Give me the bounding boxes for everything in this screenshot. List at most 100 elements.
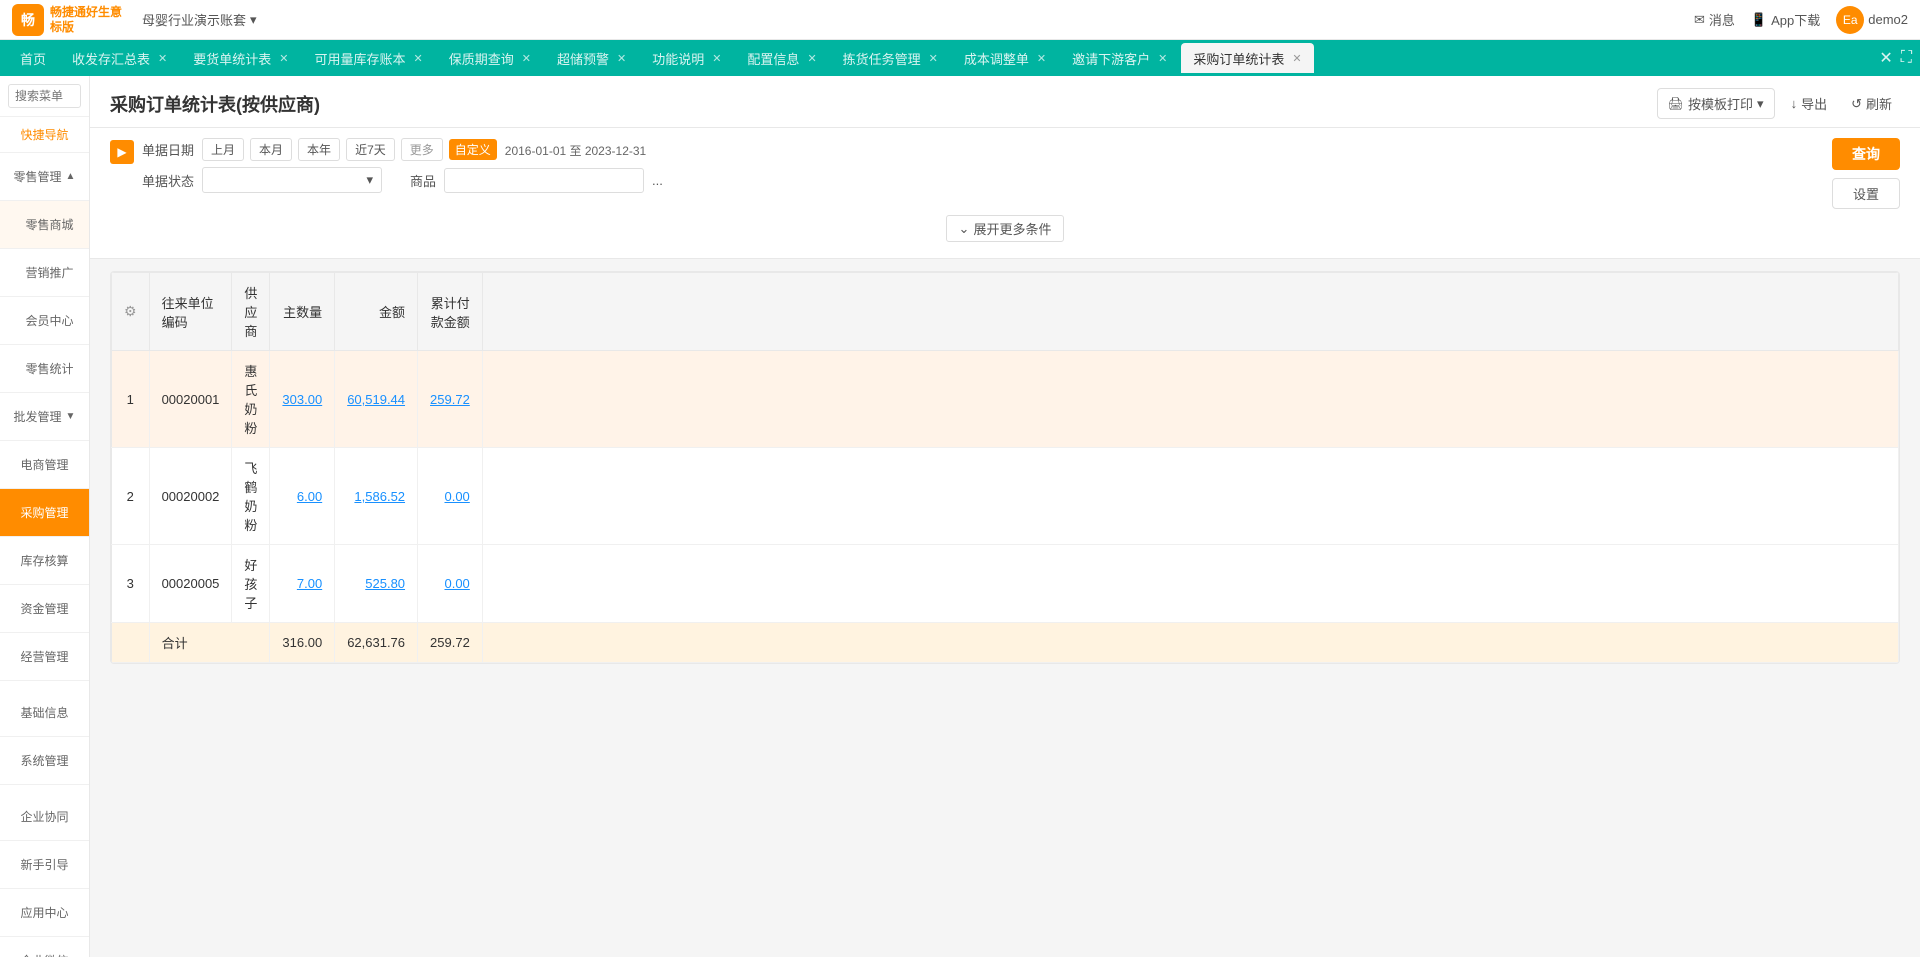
- table-footer: 合计 316.00 62,631.76 259.72: [112, 623, 1899, 663]
- main-layout: 快捷导航 零售管理 ▲ 零售商城 营销推广 会员中心 零售统计 批发管理 ▼: [0, 76, 1920, 957]
- date-shortcuts: 上月 本月 本年 近7天 更多 自定义: [202, 138, 497, 161]
- sidebar-search-input[interactable]: [8, 84, 81, 108]
- row1-paid: 259.72: [418, 351, 483, 448]
- sidebar-item-marketing[interactable]: 营销推广: [0, 249, 89, 297]
- print-button[interactable]: 🖨 按模板打印 ▾: [1657, 88, 1775, 119]
- tab-yaoqing[interactable]: 邀请下游客户 ✕: [1060, 43, 1179, 73]
- printer-icon: 🖨: [1668, 96, 1685, 112]
- row2-index: 2: [112, 448, 150, 545]
- date-7days[interactable]: 近7天: [346, 138, 395, 161]
- row1-paid-link[interactable]: 259.72: [430, 392, 470, 407]
- table-row[interactable]: 3 00020005 好孩子 7.00 525.80 0.00: [112, 545, 1899, 623]
- message-icon: ✉: [1694, 12, 1705, 28]
- row2-code: 00020002: [149, 448, 232, 545]
- close-tab-gongneng[interactable]: ✕: [712, 52, 721, 65]
- refresh-icon: ↺: [1851, 96, 1862, 112]
- close-tab-yaohuo[interactable]: ✕: [279, 52, 288, 65]
- sidebar-item-newbie[interactable]: 新手引导: [0, 841, 89, 889]
- close-tab-keyongliang[interactable]: ✕: [414, 52, 423, 65]
- tab-chaochuyujing[interactable]: 超储预警 ✕: [545, 43, 638, 73]
- user-menu[interactable]: Ea demo2: [1836, 6, 1908, 34]
- top-bar: 畅 畅捷通好生意 标版 母婴行业演示账套 ▾ ✉ 消息 📱 App下载 Ea d…: [0, 0, 1920, 40]
- close-tab-baozhi[interactable]: ✕: [522, 52, 531, 65]
- sidebar-item-retail-stats[interactable]: 零售统计: [0, 345, 89, 393]
- workspace-selector[interactable]: 母婴行业演示账套 ▾: [142, 10, 257, 29]
- refresh-button[interactable]: ↺ 刷新: [1843, 89, 1900, 118]
- column-settings-icon[interactable]: ⚙: [124, 303, 137, 319]
- col-settings-header: ⚙: [112, 273, 150, 351]
- close-tab-caigou[interactable]: ✕: [1292, 52, 1301, 65]
- sidebar-item-retail-mgmt[interactable]: 零售管理 ▲: [0, 153, 89, 201]
- sidebar-item-member[interactable]: 会员中心: [0, 297, 89, 345]
- sidebar-item-basics[interactable]: 基础信息: [0, 689, 89, 737]
- export-button[interactable]: ↓ 导出: [1783, 89, 1836, 118]
- row3-qty-link[interactable]: 7.00: [297, 576, 322, 591]
- close-tab-jianhuo[interactable]: ✕: [929, 52, 938, 65]
- avatar: Ea: [1836, 6, 1864, 34]
- tab-shoufacun[interactable]: 收发存汇总表 ✕: [60, 43, 179, 73]
- row2-qty: 6.00: [270, 448, 335, 545]
- date-more[interactable]: 更多: [401, 138, 443, 161]
- sidebar-item-ecommerce[interactable]: 电商管理: [0, 441, 89, 489]
- query-button[interactable]: 查询: [1832, 138, 1900, 170]
- date-this-year[interactable]: 本年: [298, 138, 340, 161]
- nav-end-buttons: ✕ ⛶: [1879, 48, 1912, 68]
- maximize-btn[interactable]: ⛶: [1901, 49, 1912, 67]
- sidebar-item-operations[interactable]: 经营管理: [0, 633, 89, 681]
- row2-qty-link[interactable]: 6.00: [297, 489, 322, 504]
- row1-amount-link[interactable]: 60,519.44: [347, 392, 405, 407]
- status-select[interactable]: ▾: [202, 167, 382, 193]
- goods-more-btn[interactable]: ...: [652, 173, 663, 188]
- app-download-btn[interactable]: 📱 App下载: [1751, 10, 1820, 29]
- row3-extra: [482, 545, 1898, 623]
- tab-caigou-active[interactable]: 采购订单统计表 ✕: [1181, 43, 1313, 73]
- tab-yaohuo[interactable]: 要货单统计表 ✕: [181, 43, 300, 73]
- date-this-month[interactable]: 本月: [250, 138, 292, 161]
- sidebar: 快捷导航 零售管理 ▲ 零售商城 营销推广 会员中心 零售统计 批发管理 ▼: [0, 76, 90, 957]
- sidebar-item-purchase[interactable]: 采购管理: [0, 489, 89, 537]
- row3-paid: 0.00: [418, 545, 483, 623]
- goods-input[interactable]: [444, 168, 644, 193]
- sidebar-item-retail-shop[interactable]: 零售商城: [0, 201, 89, 249]
- table-row[interactable]: 1 00020001 惠氏奶粉 303.00 60,519.44 259.72: [112, 351, 1899, 448]
- row1-extra: [482, 351, 1898, 448]
- message-btn[interactable]: ✉ 消息: [1694, 10, 1735, 29]
- close-tab-shoufacun[interactable]: ✕: [158, 52, 167, 65]
- tab-baozhi[interactable]: 保质期查询 ✕: [437, 43, 543, 73]
- expand-row: ⌄ 展开更多条件: [110, 209, 1900, 248]
- tab-home[interactable]: 首页: [8, 43, 58, 73]
- sidebar-item-inventory[interactable]: 库存核算: [0, 537, 89, 585]
- close-tab-chengben[interactable]: ✕: [1037, 52, 1046, 65]
- row2-amount-link[interactable]: 1,586.52: [354, 489, 405, 504]
- sidebar-item-shortcut[interactable]: 快捷导航: [0, 117, 89, 153]
- sidebar-item-wholesale[interactable]: 批发管理 ▼: [0, 393, 89, 441]
- total-row: 合计 316.00 62,631.76 259.72: [112, 623, 1899, 663]
- sidebar-item-finance[interactable]: 资金管理: [0, 585, 89, 633]
- col-qty-header: 主数量: [270, 273, 335, 351]
- close-tab-peizhi[interactable]: ✕: [807, 52, 816, 65]
- row2-paid-link[interactable]: 0.00: [444, 489, 469, 504]
- close-window-btn[interactable]: ✕: [1879, 48, 1892, 68]
- row1-qty-link[interactable]: 303.00: [282, 392, 322, 407]
- tab-peizhi[interactable]: 配置信息 ✕: [735, 43, 828, 73]
- tab-chengben[interactable]: 成本调整单 ✕: [952, 43, 1058, 73]
- date-last-month[interactable]: 上月: [202, 138, 244, 161]
- page-header: 采购订单统计表(按供应商) 🖨 按模板打印 ▾ ↓ 导出 ↺ 刷新: [90, 76, 1920, 128]
- sidebar-item-collab[interactable]: 企业协同: [0, 793, 89, 841]
- sidebar-item-system[interactable]: 系统管理: [0, 737, 89, 785]
- close-tab-yaoqing[interactable]: ✕: [1158, 52, 1167, 65]
- table-row[interactable]: 2 00020002 飞鹤奶粉 6.00 1,586.52 0.00: [112, 448, 1899, 545]
- tab-keyongliang[interactable]: 可用量库存账本 ✕: [302, 43, 434, 73]
- row3-paid-link[interactable]: 0.00: [444, 576, 469, 591]
- sidebar-item-appcenter[interactable]: 应用中心: [0, 889, 89, 937]
- row2-supplier: 飞鹤奶粉: [232, 448, 270, 545]
- row3-amount-link[interactable]: 525.80: [365, 576, 405, 591]
- tab-jianhuo[interactable]: 拣货任务管理 ✕: [831, 43, 950, 73]
- expand-conditions-btn[interactable]: ⌄ 展开更多条件: [946, 215, 1065, 242]
- setting-button[interactable]: 设置: [1832, 178, 1900, 209]
- tab-gongneng[interactable]: 功能说明 ✕: [640, 43, 733, 73]
- sidebar-item-wechat[interactable]: 企业微信: [0, 937, 89, 957]
- close-tab-chaochuyujing[interactable]: ✕: [617, 52, 626, 65]
- col-code-header: 往来单位编码: [149, 273, 232, 351]
- filter-expand-toggle[interactable]: ▶: [110, 140, 134, 164]
